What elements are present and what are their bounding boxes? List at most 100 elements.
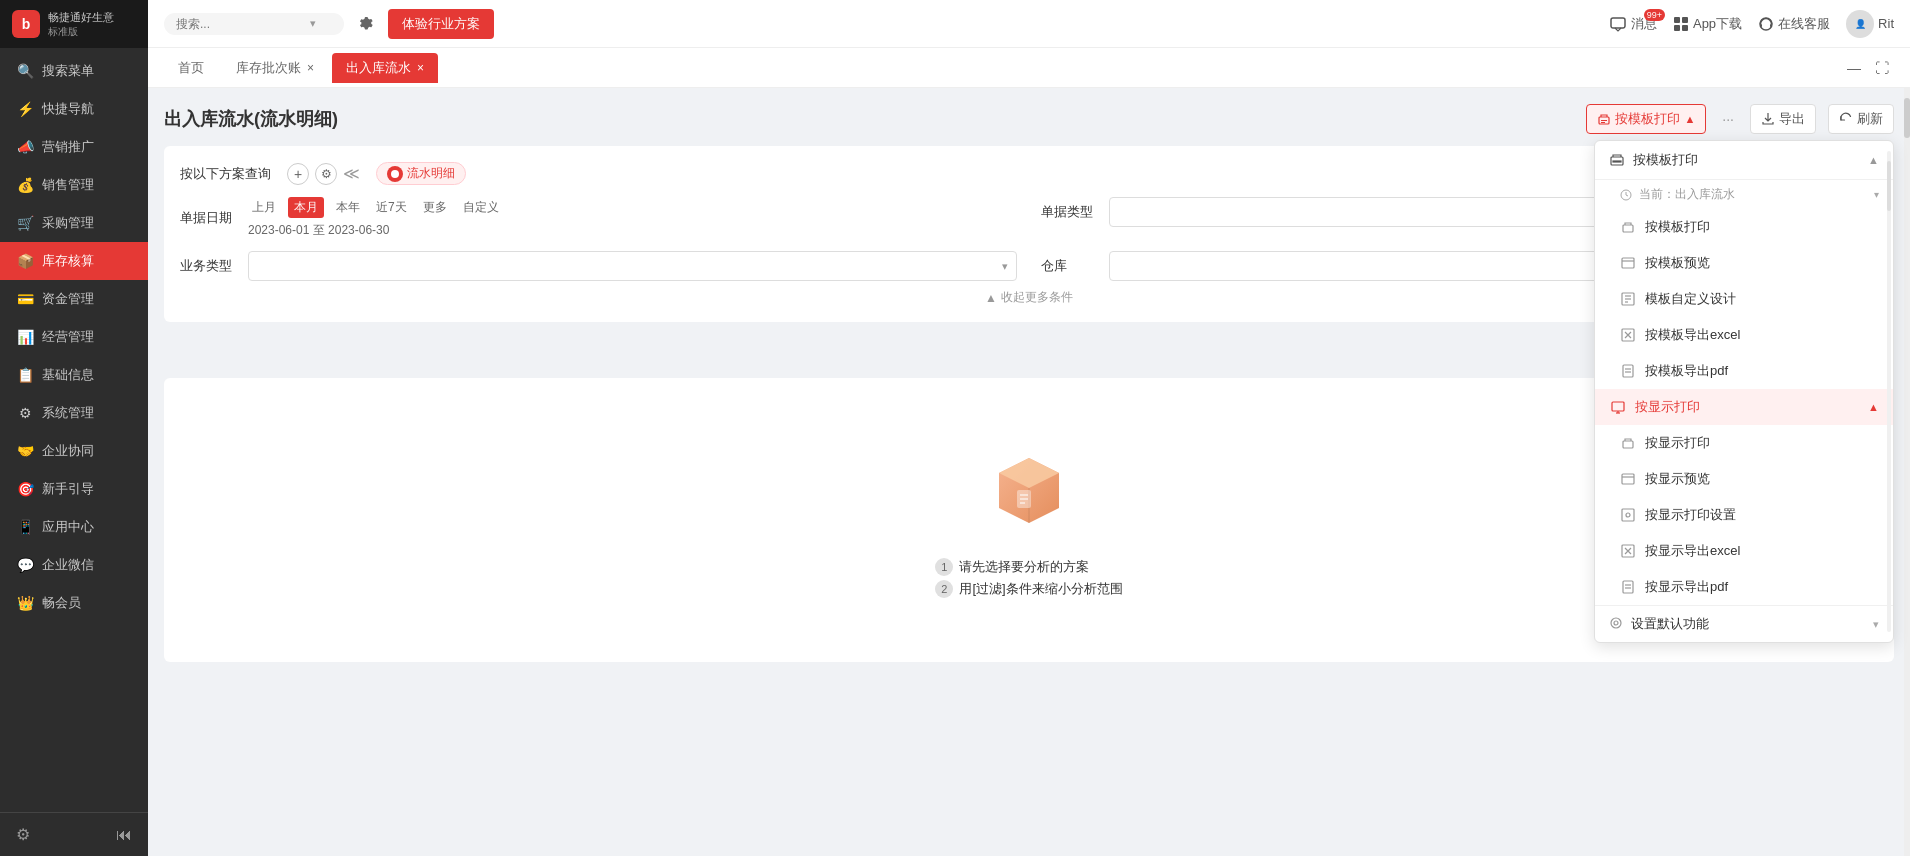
minimize-icon[interactable]: — [1842, 56, 1866, 80]
dropdown-template-design[interactable]: 模板自定义设计 [1595, 281, 1893, 317]
sidebar-item-finance[interactable]: 💳 资金管理 [0, 280, 148, 318]
svg-rect-34 [1623, 581, 1633, 593]
printer-icon [1619, 218, 1637, 236]
sidebar-item-system[interactable]: ⚙ 系统管理 [0, 394, 148, 432]
header-gear-button[interactable] [352, 10, 380, 38]
phone-icon: 📱 [16, 518, 34, 536]
handshake-icon: 🤝 [16, 442, 34, 460]
app-download-icon [1673, 16, 1689, 32]
display-section-chevron-icon: ▲ [1868, 401, 1879, 413]
dropdown-set-default[interactable]: 设置默认功能 ▾ [1595, 605, 1893, 642]
date-tab-7days[interactable]: 近7天 [372, 197, 411, 218]
date-tab-this-month[interactable]: 本月 [288, 197, 324, 218]
sidebar-item-member[interactable]: 👑 畅会员 [0, 584, 148, 622]
flow-detail-tag[interactable]: 流水明细 [376, 162, 466, 185]
empty-hints: 1 请先选择要分析的方案 2 用[过滤]条件来缩小分析范围 [935, 558, 1122, 602]
header-right: 消息 99+ App下载 在线客服 👤 Rit [1609, 10, 1894, 38]
collapse-filter-btn[interactable]: ▲ 收起更多条件 [985, 289, 1073, 306]
tab-batch-account[interactable]: 库存批次账 × [222, 53, 328, 83]
refresh-btn[interactable]: 刷新 [1828, 104, 1894, 134]
more-actions-btn[interactable]: ··· [1718, 107, 1738, 131]
page-scrollbar[interactable] [1904, 88, 1910, 856]
sidebar-item-search[interactable]: 🔍 搜索菜单 [0, 52, 148, 90]
cart-icon: 🛒 [16, 214, 34, 232]
date-tabs: 上月 本月 本年 近7天 更多 自定义 [248, 197, 503, 218]
date-filter-field: 单据日期 上月 本月 本年 近7天 更多 自定义 2023-06-01 至 20… [180, 197, 1017, 239]
sidebar-item-purchase[interactable]: 🛒 采购管理 [0, 204, 148, 242]
close-tab-flow[interactable]: × [417, 62, 424, 74]
dropdown-template-excel[interactable]: 按模板导出excel [1595, 317, 1893, 353]
display-print-icon [1609, 398, 1627, 416]
sidebar-item-enterprise[interactable]: 🤝 企业协同 [0, 432, 148, 470]
empty-illustration [979, 438, 1079, 538]
date-tab-custom[interactable]: 自定义 [459, 197, 503, 218]
print-header-icon [1609, 152, 1625, 168]
date-filter: 上月 本月 本年 近7天 更多 自定义 2023-06-01 至 2023-06… [248, 197, 503, 239]
date-tab-more[interactable]: 更多 [419, 197, 451, 218]
header-search-input[interactable] [176, 17, 306, 31]
display-printer-icon [1619, 434, 1637, 452]
search-icon: 🔍 [16, 62, 34, 80]
app-logo-text: 畅捷通好生意 标准版 [48, 10, 114, 37]
svg-rect-25 [1612, 402, 1624, 411]
business-type-select[interactable]: ▾ [248, 251, 1017, 281]
sidebar-item-marketing[interactable]: 📣 营销推广 [0, 128, 148, 166]
dropdown-display-print[interactable]: 按显示打印 [1595, 425, 1893, 461]
filter-add-btn[interactable]: + [287, 163, 309, 185]
dropdown-template-print[interactable]: 按模板打印 [1595, 209, 1893, 245]
page-inner: 出入库流水(流水明细) 按模板打印 ▲ ··· 导出 刷新 [148, 88, 1910, 856]
headset-icon [1758, 16, 1774, 32]
svg-rect-2 [1682, 17, 1688, 23]
date-label: 单据日期 [180, 209, 240, 227]
sidebar-item-newbie[interactable]: 🎯 新手引导 [0, 470, 148, 508]
filter-config-btn[interactable]: ⚙ [315, 163, 337, 185]
dropdown-header[interactable]: 按模板打印 ▲ [1595, 141, 1893, 180]
sidebar-item-appstore[interactable]: 📱 应用中心 [0, 508, 148, 546]
dropdown-display-pdf[interactable]: 按显示导出pdf [1595, 569, 1893, 605]
current-template-item[interactable]: 当前：出入库流水 ▾ [1595, 180, 1893, 209]
svg-rect-6 [1760, 24, 1762, 27]
dropdown-display-excel[interactable]: 按显示导出excel [1595, 533, 1893, 569]
dropdown-template-pdf[interactable]: 按模板导出pdf [1595, 353, 1893, 389]
tab-bar: 首页 库存批次账 × 出入库流水 × — ⛶ [148, 48, 1910, 88]
filter-expand-icon[interactable]: ≪ [343, 164, 360, 183]
filter-label: 按以下方案查询 [180, 165, 271, 183]
online-support-btn[interactable]: 在线客服 [1758, 15, 1830, 33]
dropdown-display-print-settings[interactable]: 按显示打印设置 [1595, 497, 1893, 533]
tab-actions: — ⛶ [1842, 56, 1894, 80]
tab-home[interactable]: 首页 [164, 53, 218, 83]
message-btn[interactable]: 消息 99+ [1609, 15, 1657, 33]
tab-flow[interactable]: 出入库流水 × [332, 53, 438, 83]
display-excel-icon [1619, 542, 1637, 560]
close-tab-batch-account[interactable]: × [307, 62, 314, 74]
svg-rect-10 [1601, 122, 1605, 123]
dropdown-collapse-icon[interactable]: ▲ [1868, 154, 1879, 166]
svg-rect-12 [1613, 161, 1621, 162]
export-btn[interactable]: 导出 [1750, 104, 1816, 134]
date-range: 2023-06-01 至 2023-06-30 [248, 222, 503, 239]
footer-chevron-icon: ▾ [1873, 618, 1879, 631]
page-title-row: 出入库流水(流水明细) 按模板打印 ▲ ··· 导出 刷新 [164, 104, 1894, 134]
sidebar-item-quick-nav[interactable]: ⚡ 快捷导航 [0, 90, 148, 128]
dropdown-display-preview[interactable]: 按显示预览 [1595, 461, 1893, 497]
sidebar-item-sales[interactable]: 💰 销售管理 [0, 166, 148, 204]
dropdown-template-preview[interactable]: 按模板预览 [1595, 245, 1893, 281]
box-icon: 📦 [16, 252, 34, 270]
settings-icon[interactable]: ⚙ [16, 825, 30, 844]
template-print-btn[interactable]: 按模板打印 ▲ [1586, 104, 1706, 134]
sidebar-item-wechat[interactable]: 💬 企业微信 [0, 546, 148, 584]
sidebar-item-inventory[interactable]: 📦 库存核算 [0, 242, 148, 280]
user-avatar-btn[interactable]: 👤 Rit [1846, 10, 1894, 38]
svg-rect-3 [1674, 25, 1680, 31]
collapse-sidebar-icon[interactable]: ⏮ [116, 826, 132, 844]
date-tab-this-year[interactable]: 本年 [332, 197, 364, 218]
sidebar-item-basic[interactable]: 📋 基础信息 [0, 356, 148, 394]
maximize-icon[interactable]: ⛶ [1870, 56, 1894, 80]
display-print-section-header[interactable]: 按显示打印 ▲ [1595, 389, 1893, 425]
svg-rect-22 [1623, 365, 1633, 377]
trial-btn[interactable]: 体验行业方案 [388, 9, 494, 39]
sidebar-item-operations[interactable]: 📊 经营管理 [0, 318, 148, 356]
date-tab-last-month[interactable]: 上月 [248, 197, 280, 218]
sidebar-nav: 🔍 搜索菜单 ⚡ 快捷导航 📣 营销推广 💰 销售管理 🛒 采购管理 📦 库存核… [0, 48, 148, 812]
app-download-btn[interactable]: App下载 [1673, 15, 1742, 33]
